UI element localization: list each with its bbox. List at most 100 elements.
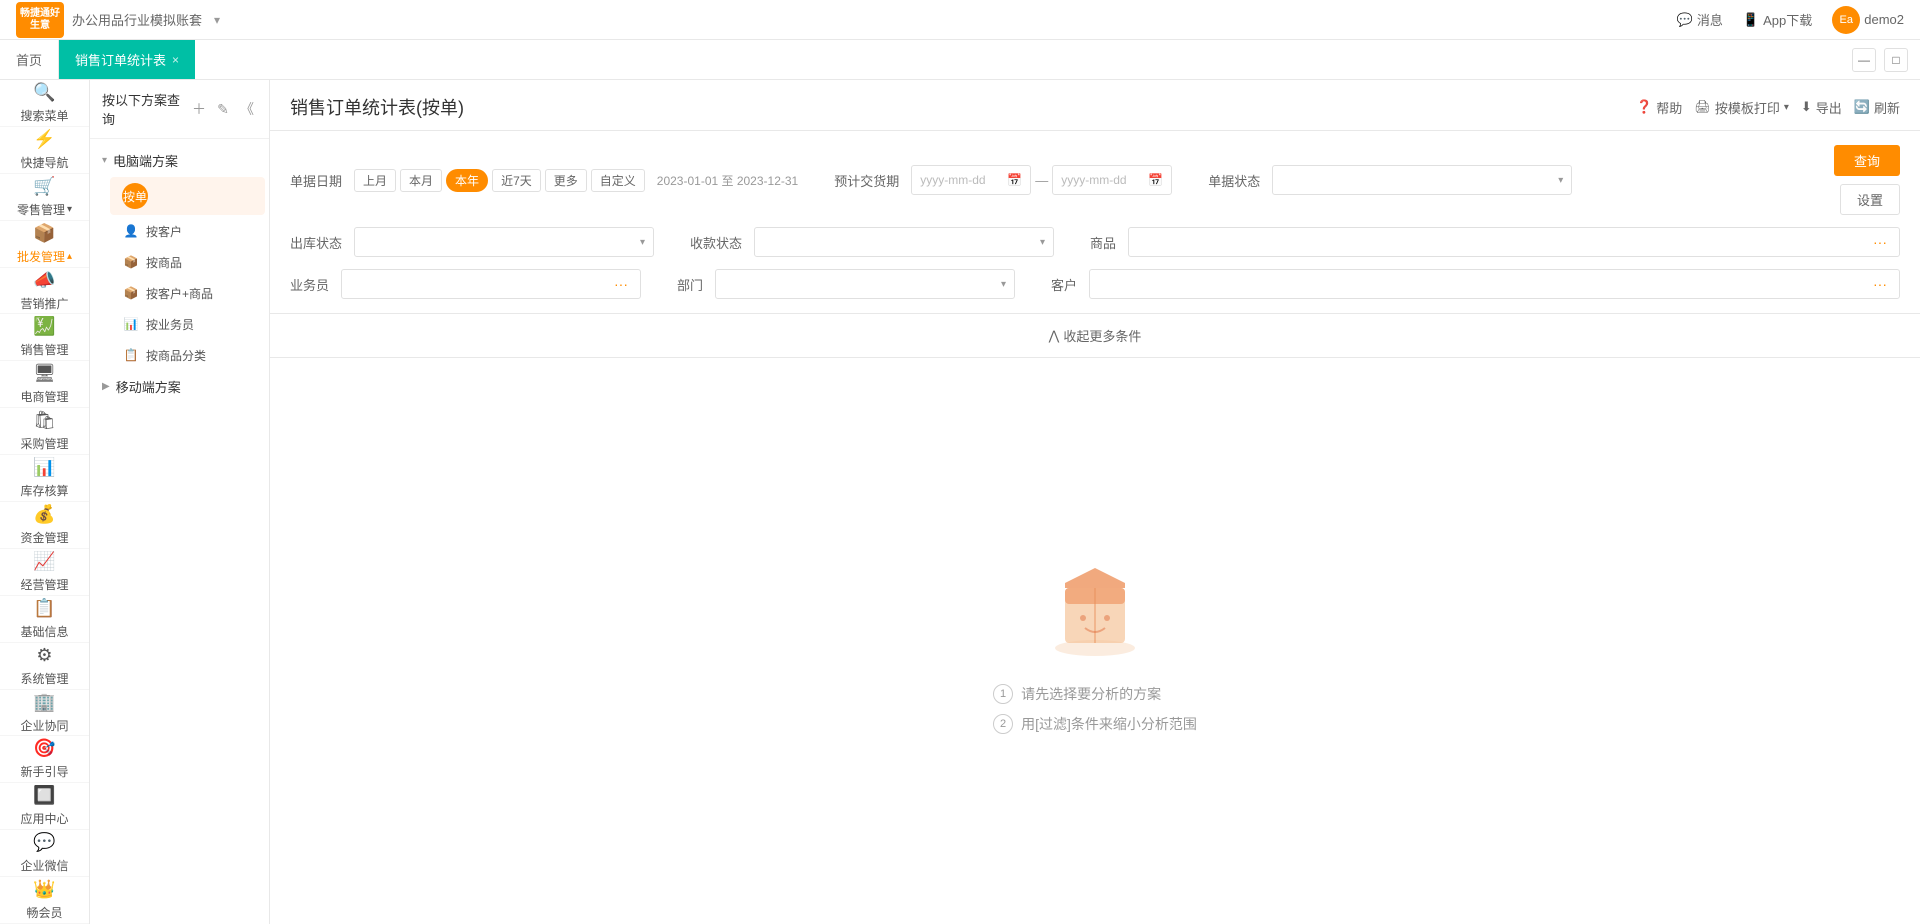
ops-icon: 📈 [33,551,55,572]
sidebar-item-corp-wechat[interactable]: 💬 企业微信 [0,830,89,877]
tab-close-icon[interactable]: × [172,53,179,67]
sidebar-item-sys[interactable]: ⚙ 系统管理 [0,643,89,690]
dept-select-arrow-icon: ▾ [1001,279,1006,290]
user-menu-button[interactable]: Ea demo2 [1832,6,1904,34]
corp-icon: 🏢 [33,692,55,713]
tab-home[interactable]: 首页 [0,40,59,79]
dept-select[interactable]: ▾ [715,269,1015,299]
wholesale-icon: 📦 [33,223,55,244]
goods-select[interactable]: ··· [1128,227,1900,257]
sidebar-item-wholesale[interactable]: 📦 批发管理 ▴ [0,221,89,268]
payment-select[interactable]: ▾ [754,227,1054,257]
message-button[interactable]: 💬 消息 [1677,10,1723,29]
tab-maximize-button[interactable]: □ [1884,48,1908,72]
date-btn-more[interactable]: 更多 [545,169,587,192]
date-btn-last-month[interactable]: 上月 [354,169,396,192]
tabbar: 首页 销售订单统计表 × — □ [0,40,1920,80]
tree-child-by-customer[interactable]: 👤 按客户 [110,216,265,246]
tree-child-by-cust-goods[interactable]: 📦 按客户+商品 [110,278,265,308]
add-scheme-button[interactable]: ＋ [189,99,209,119]
page-title: 销售订单统计表(按单) [290,94,464,120]
edit-scheme-button[interactable]: ✎ [213,99,233,119]
calendar-start-icon: 📅 [1007,173,1022,187]
tree-child-by-staff[interactable]: 📊 按业务员 [110,309,265,339]
sidebar-item-purchase[interactable]: 🛍 采购管理 [0,408,89,455]
breadcrumb-arrow-icon[interactable]: ▾ [214,13,220,27]
refresh-button[interactable]: 🔄 刷新 [1854,98,1900,117]
staff-select[interactable]: ··· [341,269,641,299]
finance-icon: 💰 [33,504,55,525]
collapse-row: ⋀ 收起更多条件 [270,314,1920,358]
tree-children-desktop: 按单 👤 按客户 📦 按商品 📦 按客户+商品 📊 按业务员 [90,177,269,370]
tree-child-by-order[interactable]: 按单 [110,177,265,215]
stock-icon: 📊 [33,457,55,478]
sidebar-item-search-menu[interactable]: 🔍 搜索菜单 [0,80,89,127]
staff-label: 业务员 [290,275,329,294]
print-button[interactable]: 🖨 按模板打印 ▾ [1694,98,1789,117]
sidebar-item-quick-nav[interactable]: ⚡ 快捷导航 [0,127,89,174]
tab-sales-order-stats[interactable]: 销售订单统计表 × [59,40,195,79]
sidebar: 🔍 搜索菜单 ⚡ 快捷导航 🛒 零售管理 ▾ 📦 批发管理 ▴ 📣 营销推广 [0,80,90,924]
collapse-up-icon: ⋀ [1049,328,1060,344]
staff-ellipsis-icon[interactable]: ··· [610,276,632,292]
collapse-panel-button[interactable]: 《 [237,99,257,119]
tree-child-by-goods[interactable]: 📦 按商品 [110,247,265,277]
content-area: 销售订单统计表(按单) ❓ 帮助 🖨 按模板打印 ▾ ⬇ 导出 🔄 刷新 [270,80,1920,924]
sidebar-item-stock[interactable]: 📊 库存核算 [0,455,89,502]
tree-section: ▾ 电脑端方案 按单 👤 按客户 📦 按商品 📦 按客户+商品 [90,139,269,408]
empty-tips: 1 请先选择要分析的方案 2 用[过滤]条件来缩小分析范围 [993,684,1197,734]
topbar-right: 💬 消息 📱 App下载 Ea demo2 [1677,6,1904,34]
sidebar-item-marketing[interactable]: 📣 营销推广 [0,268,89,315]
sidebar-item-corp[interactable]: 🏢 企业协同 [0,690,89,737]
help-button[interactable]: ❓ 帮助 [1636,98,1682,117]
app-download-button[interactable]: 📱 App下载 [1743,10,1812,29]
expected-date-input-group: yyyy-mm-dd 📅 — yyyy-mm-dd 📅 [911,165,1172,195]
sidebar-item-ops[interactable]: 📈 经营管理 [0,549,89,596]
collapse-button[interactable]: ⋀ 收起更多条件 [1037,322,1154,349]
purchase-icon: 🛍 [33,410,56,431]
sidebar-item-sales[interactable]: 💹 销售管理 [0,314,89,361]
customer-ellipsis-icon[interactable]: ··· [1869,276,1891,292]
sidebar-item-ecom[interactable]: 🖥 电商管理 [0,361,89,408]
newbie-icon: 🎯 [33,738,55,759]
left-panel-title: 按以下方案查询 [102,90,183,128]
date-btn-this-year[interactable]: 本年 [446,169,488,192]
expected-date-label: 预计交货期 [834,171,899,190]
status-select[interactable]: ▾ [1272,165,1572,195]
wholesale-expand-icon: ▴ [67,251,72,262]
tip-2-number: 2 [993,714,1013,734]
customer-select[interactable]: ··· [1089,269,1900,299]
member-icon: 👑 [33,879,55,900]
sidebar-item-app-center[interactable]: 🔲 应用中心 [0,783,89,830]
query-button[interactable]: 查询 [1834,145,1900,176]
filter-row-1: 单据日期 上月 本月 本年 近7天 更多 自定义 2023-01-01 至 20… [290,145,1900,215]
delivery-select[interactable]: ▾ [354,227,654,257]
sidebar-item-base[interactable]: 📋 基础信息 [0,596,89,643]
delivery-select-arrow-icon: ▾ [640,237,645,248]
ecom-icon: 🖥 [33,363,56,384]
customer-label: 客户 [1051,275,1077,294]
goods-ellipsis-icon[interactable]: ··· [1869,234,1891,250]
date-btn-custom[interactable]: 自定义 [591,169,645,192]
expected-date-end-input[interactable]: yyyy-mm-dd 📅 [1052,165,1172,195]
sidebar-item-finance[interactable]: 💰 资金管理 [0,502,89,549]
tree-parent-desktop[interactable]: ▾ 电脑端方案 [90,145,269,176]
sidebar-item-member[interactable]: 👑 畅会员 [0,877,89,924]
sidebar-item-retail[interactable]: 🛒 零售管理 ▾ [0,174,89,221]
expected-date-start-input[interactable]: yyyy-mm-dd 📅 [911,165,1031,195]
tree-parent-mobile[interactable]: ▶ 移动端方案 [90,371,269,402]
date-btn-last-7-days[interactable]: 近7天 [492,169,541,192]
dept-label: 部门 [677,275,703,294]
date-label: 单据日期 [290,171,342,190]
action-buttons-col: 查询 设置 [1834,145,1900,215]
settings-button[interactable]: 设置 [1840,184,1900,215]
tree-child-by-category[interactable]: 📋 按商品分类 [110,340,265,370]
date-btn-this-month[interactable]: 本月 [400,169,442,192]
tab-minimize-button[interactable]: — [1852,48,1876,72]
filter-area: 单据日期 上月 本月 本年 近7天 更多 自定义 2023-01-01 至 20… [270,131,1920,314]
tip-1-number: 1 [993,684,1013,704]
sidebar-item-newbie[interactable]: 🎯 新手引导 [0,736,89,783]
export-button[interactable]: ⬇ 导出 [1801,98,1842,117]
delivery-label: 出库状态 [290,233,342,252]
filter-row-2: 出库状态 ▾ 收款状态 ▾ 商品 ··· [290,227,1900,257]
